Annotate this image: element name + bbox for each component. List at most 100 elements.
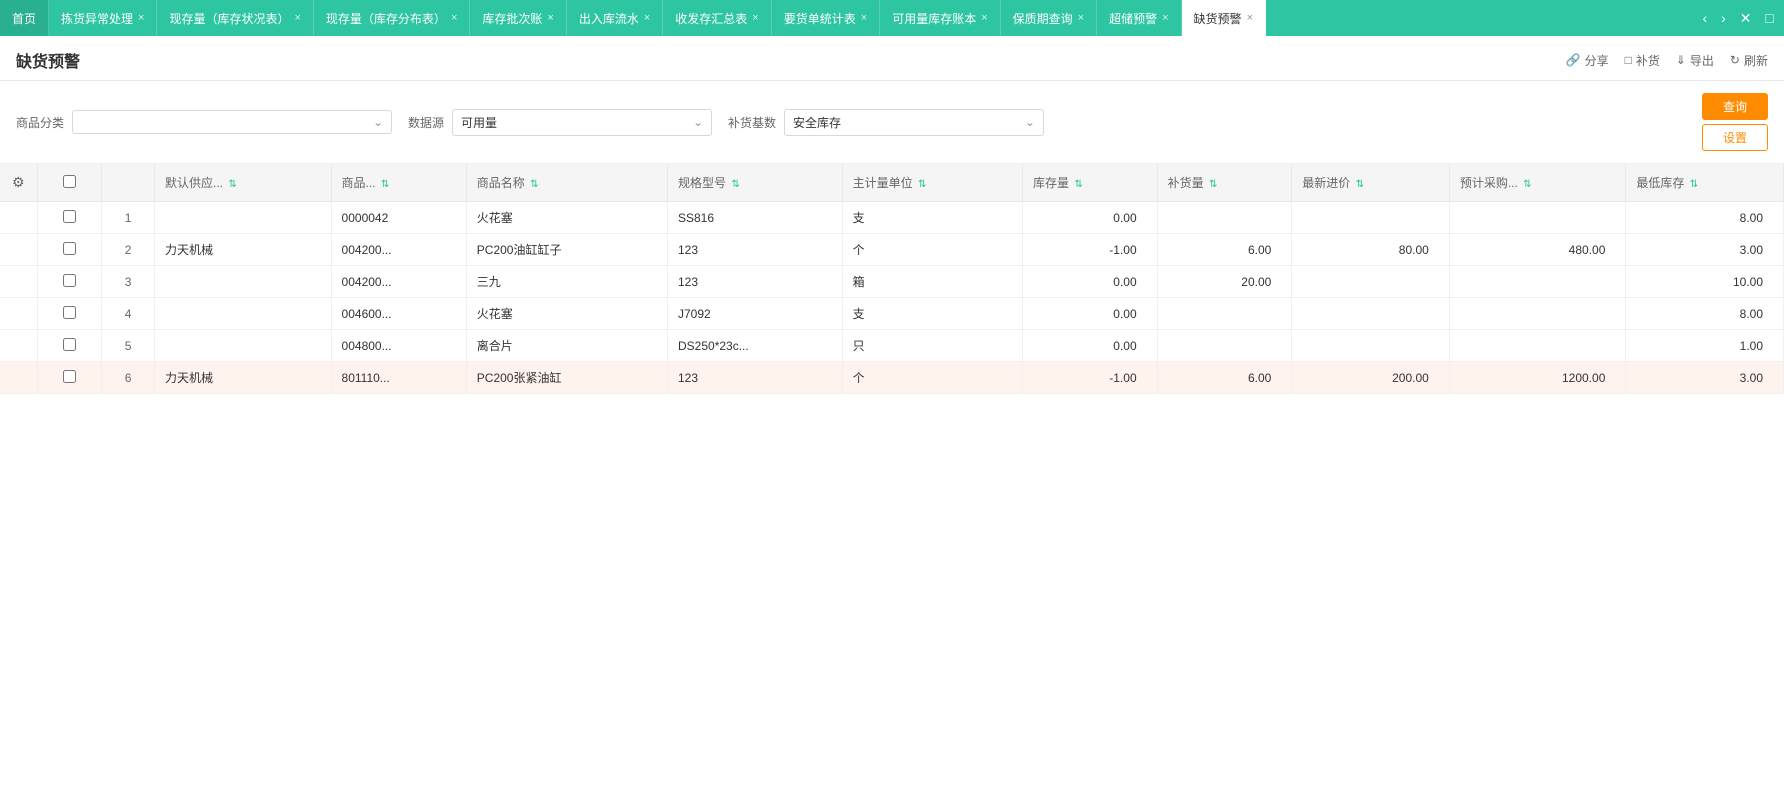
export-action[interactable]: ⇓ 导出 — [1676, 52, 1714, 69]
replenish-column-header[interactable]: 补货量 ⇅ — [1157, 164, 1292, 202]
unit-column-header[interactable]: 主计量单位 ⇅ — [842, 164, 1022, 202]
query-button[interactable]: 查询 — [1702, 93, 1768, 120]
row-checkbox-3[interactable] — [63, 306, 76, 319]
row-checkbox-cell — [37, 202, 102, 234]
tab-bar: 首页 拣货异常处理 × 现存量（库存状况表） × 现存量（库存分布表） × 库存… — [0, 0, 1784, 36]
select-all-checkbox[interactable] — [63, 175, 76, 188]
row-min-stock-cell: 10.00 — [1626, 266, 1784, 298]
latest-price-column-header[interactable]: 最新进价 ⇅ — [1292, 164, 1450, 202]
export-icon: ⇓ — [1676, 53, 1686, 67]
row-spec-cell: DS250*23c... — [668, 330, 843, 362]
row-gear-cell — [0, 298, 37, 330]
tab-batch-account[interactable]: 库存批次账 × — [470, 0, 566, 36]
tab-next-button[interactable]: › — [1715, 8, 1732, 28]
row-stock-cell: 0.00 — [1022, 298, 1157, 330]
tab-picking[interactable]: 拣货异常处理 × — [49, 0, 157, 36]
row-checkbox-2[interactable] — [63, 274, 76, 287]
row-replenish-cell: 20.00 — [1157, 266, 1292, 298]
page-content: 缺货预警 🔗 分享 □ 补货 ⇓ 导出 ↻ 刷新 商品分类 — [0, 36, 1784, 796]
row-num-cell: 1 — [102, 202, 155, 234]
row-est-purchase-cell: 480.00 — [1449, 234, 1626, 266]
column-settings-button[interactable]: ⚙ — [10, 172, 27, 193]
row-est-purchase-cell — [1449, 266, 1626, 298]
row-stock-cell: -1.00 — [1022, 234, 1157, 266]
tab-inout-flow[interactable]: 出入库流水 × — [567, 0, 663, 36]
row-est-purchase-cell: 1200.00 — [1449, 362, 1626, 394]
tab-inventory-status[interactable]: 现存量（库存状况表） × — [157, 0, 313, 36]
filter-actions: 查询 设置 — [1702, 93, 1768, 151]
table-row: 1 0000042 火花塞 SS816 支 0.00 8.00 — [0, 202, 1784, 234]
tab-expiry-query[interactable]: 保质期查询 × — [1001, 0, 1097, 36]
row-replenish-cell — [1157, 298, 1292, 330]
row-est-purchase-cell — [1449, 202, 1626, 234]
row-replenish-cell: 6.00 — [1157, 362, 1292, 394]
tab-prev-button[interactable]: ‹ — [1696, 8, 1713, 28]
tab-shortage[interactable]: 缺货预警 × — [1182, 0, 1266, 36]
row-code-cell: 0000042 — [331, 202, 466, 234]
replenish-basis-select[interactable]: 安全库存 ⌄ — [784, 109, 1044, 136]
name-column-header[interactable]: 商品名称 ⇅ — [466, 164, 667, 202]
row-unit-cell: 支 — [842, 202, 1022, 234]
spec-column-header[interactable]: 规格型号 ⇅ — [668, 164, 843, 202]
tab-order-stats[interactable]: 要货单统计表 × — [772, 0, 880, 36]
row-checkbox-cell — [37, 362, 102, 394]
code-column-header[interactable]: 商品... ⇅ — [331, 164, 466, 202]
datasource-filter: 数据源 可用量 ⌄ — [408, 109, 712, 136]
row-latest-price-cell — [1292, 266, 1450, 298]
row-num-cell: 6 — [102, 362, 155, 394]
table-row: 3 004200... 三九 123 箱 0.00 20.00 10.00 — [0, 266, 1784, 298]
replenish-basis-chevron-icon: ⌄ — [1025, 115, 1035, 129]
supplier-column-header[interactable]: 默认供应... ⇅ — [154, 164, 331, 202]
tab-close-batch-account[interactable]: × — [547, 12, 553, 24]
stock-column-header[interactable]: 库存量 ⇅ — [1022, 164, 1157, 202]
tab-close-inout-flow[interactable]: × — [644, 12, 650, 24]
tab-close-available-ledger[interactable]: × — [981, 12, 987, 24]
tab-home[interactable]: 首页 — [0, 0, 49, 36]
category-select[interactable]: ⌄ — [72, 110, 392, 134]
row-checkbox-5[interactable] — [63, 370, 76, 383]
replenish-sort-icon: ⇅ — [1209, 179, 1217, 190]
row-spec-cell: 123 — [668, 362, 843, 394]
refresh-action[interactable]: ↻ 刷新 — [1730, 52, 1768, 69]
row-num-cell: 2 — [102, 234, 155, 266]
settings-button[interactable]: 设置 — [1702, 124, 1768, 151]
row-est-purchase-cell — [1449, 298, 1626, 330]
row-min-stock-cell: 8.00 — [1626, 202, 1784, 234]
row-checkbox-0[interactable] — [63, 210, 76, 223]
row-spec-cell: 123 — [668, 234, 843, 266]
min-stock-sort-icon: ⇅ — [1690, 179, 1698, 190]
replenish-action[interactable]: □ 补货 — [1625, 52, 1660, 69]
tab-close-expiry-query[interactable]: × — [1078, 12, 1084, 24]
spec-sort-icon: ⇅ — [731, 179, 739, 190]
row-checkbox-4[interactable] — [63, 338, 76, 351]
tab-close-picking[interactable]: × — [138, 12, 144, 24]
category-label: 商品分类 — [16, 114, 64, 131]
tab-inventory-dist[interactable]: 现存量（库存分布表） × — [314, 0, 470, 36]
tab-overstock[interactable]: 超储预警 × — [1097, 0, 1181, 36]
tab-close-inventory-status[interactable]: × — [294, 12, 300, 24]
share-action[interactable]: 🔗 分享 — [1566, 52, 1609, 69]
tab-close-all-button[interactable]: ✕ — [1734, 8, 1758, 29]
tab-receipt-summary[interactable]: 收发存汇总表 × — [663, 0, 771, 36]
row-supplier-cell: 力天机械 — [154, 362, 331, 394]
tab-close-shortage[interactable]: × — [1247, 12, 1253, 24]
stock-sort-icon: ⇅ — [1074, 179, 1082, 190]
tab-close-overstock[interactable]: × — [1162, 12, 1168, 24]
table-row: 6 力天机械 801110... PC200张紧油缸 123 个 -1.00 6… — [0, 362, 1784, 394]
row-checkbox-1[interactable] — [63, 242, 76, 255]
min-stock-column-header[interactable]: 最低库存 ⇅ — [1626, 164, 1784, 202]
row-spec-cell: SS816 — [668, 202, 843, 234]
row-code-cell: 004600... — [331, 298, 466, 330]
tab-close-receipt-summary[interactable]: × — [752, 12, 758, 24]
datasource-select[interactable]: 可用量 ⌄ — [452, 109, 712, 136]
row-code-cell: 801110... — [331, 362, 466, 394]
table-row: 2 力天机械 004200... PC200油缸缸子 123 个 -1.00 6… — [0, 234, 1784, 266]
tab-available-ledger[interactable]: 可用量库存账本 × — [880, 0, 1000, 36]
refresh-icon: ↻ — [1730, 53, 1740, 67]
tab-close-inventory-dist[interactable]: × — [451, 12, 457, 24]
page-title: 缺货预警 — [16, 48, 80, 72]
row-gear-cell — [0, 202, 37, 234]
est-purchase-column-header[interactable]: 预计采购... ⇅ — [1449, 164, 1626, 202]
tab-maximize-button[interactable]: □ — [1760, 8, 1780, 28]
tab-close-order-stats[interactable]: × — [861, 12, 867, 24]
